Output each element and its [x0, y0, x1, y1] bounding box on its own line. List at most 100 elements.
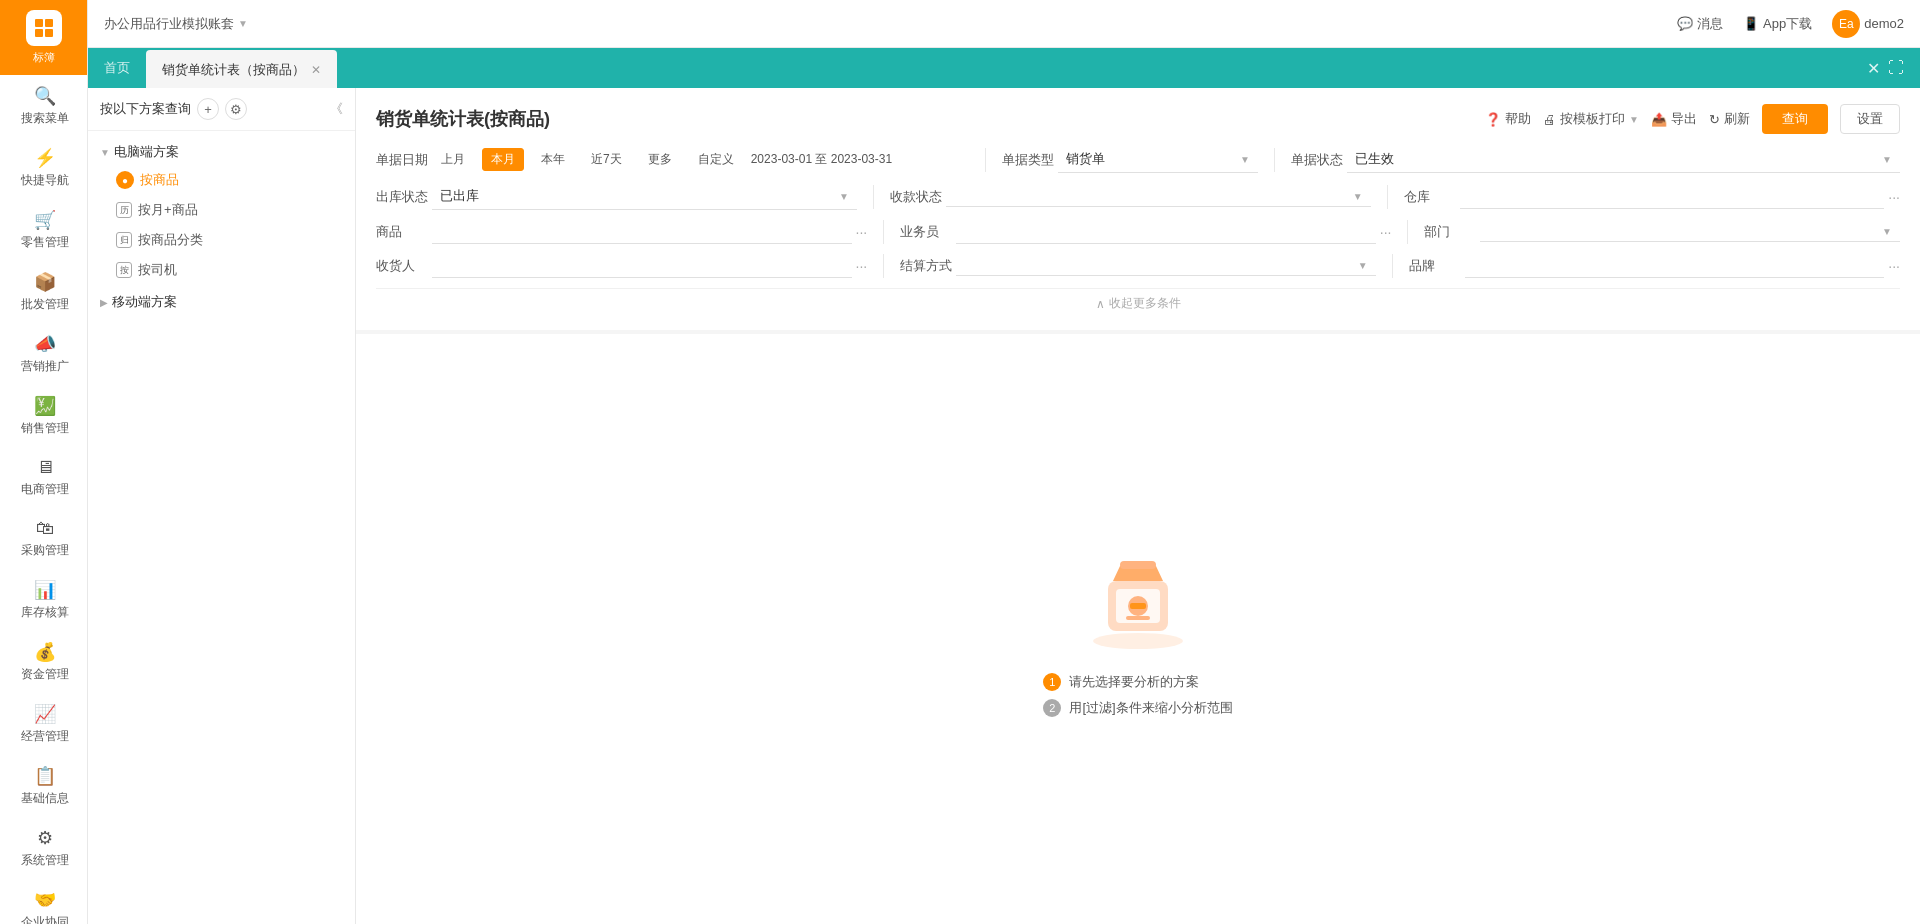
scheme-item-by-goods-label: 按商品: [140, 171, 179, 189]
scheme-item-by-driver[interactable]: 按 按司机: [88, 255, 355, 285]
payment-status-select[interactable]: ▼: [946, 187, 1371, 207]
payment-method-select[interactable]: ▼: [956, 256, 1376, 276]
collapse-panel-btn[interactable]: 《: [330, 100, 343, 118]
sidebar-label-8: 库存核算: [21, 604, 69, 621]
content-area: 按以下方案查询 + ⚙ 《 ▼ 电脑端方案 ● 按商品 历 按月+商品: [88, 88, 1920, 924]
goods-dots[interactable]: ···: [856, 224, 868, 240]
doc-status-arrow: ▼: [1882, 154, 1892, 165]
app-download-btn[interactable]: 📱 App下载: [1743, 15, 1812, 33]
tip-text-1: 请先选择要分析的方案: [1069, 673, 1199, 691]
tab-close-icon[interactable]: ✕: [311, 63, 321, 77]
print-btn[interactable]: 🖨 按模板打印 ▼: [1543, 110, 1639, 128]
sidebar-item-9[interactable]: 💰资金管理: [0, 631, 87, 693]
divider-2: [1274, 148, 1275, 172]
recipient-dots[interactable]: ···: [856, 258, 868, 274]
recipient-label: 收货人: [376, 257, 432, 275]
date-7days[interactable]: 近7天: [582, 148, 631, 171]
svg-rect-0: [35, 19, 43, 27]
scheme-group-mobile[interactable]: ▶ 移动端方案: [88, 289, 355, 315]
salesperson-input[interactable]: [956, 220, 1376, 244]
sidebar-item-7[interactable]: 🛍采购管理: [0, 508, 87, 569]
recipient-input[interactable]: [432, 254, 852, 278]
collapse-conditions-btn[interactable]: ∧ 收起更多条件: [376, 288, 1900, 318]
sidebar-item-11[interactable]: 📋基础信息: [0, 755, 87, 817]
scheme-item-by-month-goods-label: 按月+商品: [138, 201, 198, 219]
message-btn[interactable]: 💬 消息: [1677, 15, 1723, 33]
scheme-item-by-goods[interactable]: ● 按商品: [88, 165, 355, 195]
export-icon: 📤: [1651, 112, 1667, 127]
salesperson-dots[interactable]: ···: [1380, 224, 1392, 240]
department-label: 部门: [1424, 223, 1480, 241]
sidebar-icon-1: ⚡: [34, 147, 56, 169]
sidebar-item-6[interactable]: 🖥电商管理: [0, 447, 87, 508]
date-more[interactable]: 更多: [639, 148, 681, 171]
scheme-item-by-month-goods[interactable]: 历 按月+商品: [88, 195, 355, 225]
page-actions: ❓ 帮助 🖨 按模板打印 ▼ 📤 导出 ↻ 刷新: [1485, 104, 1900, 134]
sidebar-icon-8: 📊: [34, 579, 56, 601]
date-this-year[interactable]: 本年: [532, 148, 574, 171]
user-name: demo2: [1864, 16, 1904, 31]
tip-num-2: 2: [1043, 699, 1061, 717]
sidebar-item-8[interactable]: 📊 库存核算: [0, 569, 87, 631]
payment-method-arrow: ▼: [1358, 260, 1368, 271]
sidebar-icon-4: 📣: [34, 333, 56, 355]
refresh-btn[interactable]: ↻ 刷新: [1709, 110, 1750, 128]
brand-dots[interactable]: ···: [1888, 258, 1900, 274]
logo-text: 标簿: [33, 50, 55, 65]
tab-close-all-icon[interactable]: ✕: [1867, 59, 1880, 78]
scheme-group-desktop[interactable]: ▼ 电脑端方案: [88, 139, 355, 165]
filter-row-3: 商品 ··· 业务员 ··· 部门 ▼: [376, 220, 1900, 244]
date-last-month[interactable]: 上月: [432, 148, 474, 171]
payment-status-label: 收款状态: [890, 188, 946, 206]
sidebar-item-5[interactable]: 💹销售管理: [0, 385, 87, 447]
sidebar-item-12[interactable]: ⚙系统管理: [0, 817, 87, 879]
sidebar-item-4[interactable]: 📣营销推广: [0, 323, 87, 385]
industry-selector[interactable]: 办公用品行业模拟账套 ▼: [104, 15, 248, 33]
scheme-item-by-category[interactable]: 归 按商品分类: [88, 225, 355, 255]
filter-row-4: 收货人 ··· 结算方式 ▼ 品牌 ···: [376, 254, 1900, 278]
help-icon: ❓: [1485, 112, 1501, 127]
sidebar-icon-9: 💰: [34, 641, 56, 663]
date-this-month[interactable]: 本月: [482, 148, 524, 171]
tab-expand-icon[interactable]: ⛶: [1888, 59, 1904, 77]
sidebar-label-5: 销售管理: [21, 420, 69, 437]
sidebar-icon-7: 🛍: [36, 518, 54, 539]
brand-input[interactable]: [1465, 254, 1885, 278]
sidebar-item-0[interactable]: 🔍搜索菜单: [0, 75, 87, 137]
doc-status-select[interactable]: 已生效 ▼: [1347, 146, 1900, 173]
doc-type-select[interactable]: 销货单 ▼: [1058, 146, 1258, 173]
goods-input[interactable]: [432, 220, 852, 244]
payment-method-label: 结算方式: [900, 257, 956, 275]
sidebar-item-1[interactable]: ⚡快捷导航: [0, 137, 87, 199]
sidebar-item-10[interactable]: 📈经营管理: [0, 693, 87, 755]
settings-button[interactable]: 设置: [1840, 104, 1900, 134]
tab-home[interactable]: 首页: [88, 48, 146, 88]
divider-7: [883, 254, 884, 278]
divider-4: [1387, 185, 1388, 209]
date-custom[interactable]: 自定义: [689, 148, 743, 171]
avatar: Ea: [1832, 10, 1860, 38]
salesperson-label: 业务员: [900, 223, 956, 241]
settings-scheme-btn[interactable]: ⚙: [225, 98, 247, 120]
expand-icon: ▼: [100, 147, 110, 158]
sidebar-item-13[interactable]: 🤝企业协同: [0, 879, 87, 924]
help-btn[interactable]: ❓ 帮助: [1485, 110, 1531, 128]
sidebar-icon-12: ⚙: [37, 827, 53, 849]
department-select[interactable]: ▼: [1480, 222, 1900, 242]
warehouse-input[interactable]: [1460, 185, 1885, 209]
sidebar-icon-3: 📦: [34, 271, 56, 293]
sidebar-icon-6: 🖥: [36, 457, 54, 478]
user-menu[interactable]: Ea demo2: [1832, 10, 1904, 38]
sidebar-item-3[interactable]: 📦批发管理: [0, 261, 87, 323]
tab-sales-stats[interactable]: 销货单统计表（按商品） ✕: [146, 50, 337, 90]
add-scheme-btn[interactable]: +: [197, 98, 219, 120]
sidebar-nav: 🔍搜索菜单⚡快捷导航🛒零售管理📦批发管理📣营销推广💹销售管理🖥电商管理🛍采购管理…: [0, 75, 87, 924]
industry-dropdown-icon: ▼: [238, 18, 248, 29]
export-btn[interactable]: 📤 导出: [1651, 110, 1697, 128]
warehouse-status-select[interactable]: 已出库 ▼: [432, 183, 857, 210]
tab-home-label: 首页: [104, 59, 130, 77]
warehouse-label: 仓库: [1404, 188, 1460, 206]
sidebar-item-2[interactable]: 🛒零售管理: [0, 199, 87, 261]
query-button[interactable]: 查询: [1762, 104, 1828, 134]
warehouse-dots[interactable]: ···: [1888, 189, 1900, 205]
